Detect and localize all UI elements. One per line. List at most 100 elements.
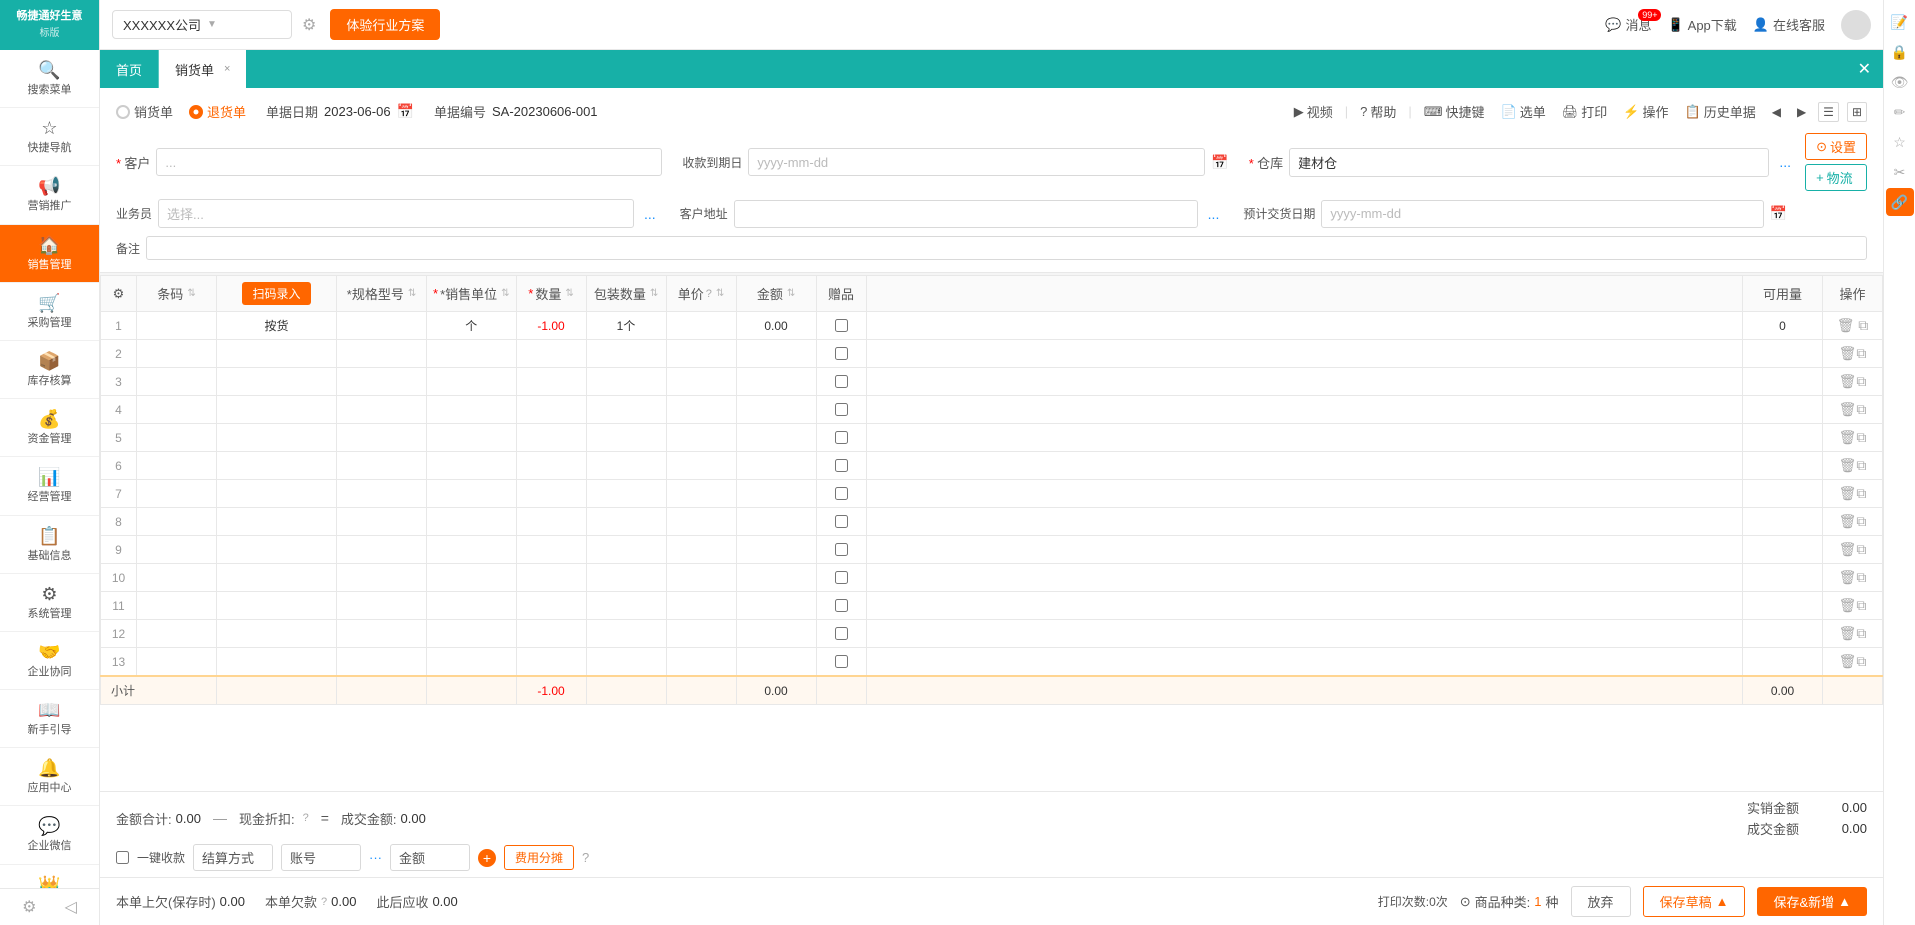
cell-unit[interactable] xyxy=(427,564,517,592)
scan-btn[interactable]: 扫码录入 xyxy=(242,282,310,305)
right-panel-lock-btn[interactable]: 🔒 xyxy=(1886,38,1914,66)
payment-date-calendar-icon[interactable]: 📅 xyxy=(1211,154,1228,171)
cell-pkgqty[interactable]: 1个 xyxy=(586,312,666,340)
cell-spec[interactable] xyxy=(337,424,427,452)
sidebar-item-collab[interactable]: 🤝 企业协同 xyxy=(0,632,99,690)
cell-spec[interactable] xyxy=(337,508,427,536)
delete-row-btn[interactable]: 🗑 xyxy=(1839,457,1857,473)
sidebar-item-guide[interactable]: 📖 新手引导 xyxy=(0,690,99,748)
cell-product[interactable] xyxy=(217,592,337,620)
cell-spec[interactable] xyxy=(337,312,427,340)
cell-amount[interactable] xyxy=(736,396,816,424)
cell-price[interactable] xyxy=(666,452,736,480)
payment-method-select[interactable]: 结算方式 xyxy=(193,844,273,871)
cell-price[interactable] xyxy=(666,424,736,452)
payment-date-input[interactable]: yyyy-mm-dd xyxy=(748,148,1205,176)
cell-product[interactable] xyxy=(217,424,337,452)
gift-checkbox[interactable] xyxy=(835,403,848,416)
cell-barcode[interactable] xyxy=(137,536,217,564)
cell-unit[interactable] xyxy=(427,480,517,508)
delete-row-btn[interactable]: 🗑 xyxy=(1839,429,1857,445)
cell-qty[interactable] xyxy=(516,480,586,508)
app-download-btn[interactable]: 📱 App下载 xyxy=(1667,15,1736,34)
cell-amount[interactable] xyxy=(736,508,816,536)
gift-checkbox[interactable] xyxy=(835,599,848,612)
cell-qty[interactable]: -1.00 xyxy=(516,312,586,340)
delivery-date-input[interactable]: yyyy-mm-dd xyxy=(1321,200,1763,228)
cell-product[interactable] xyxy=(217,340,337,368)
delete-row-btn[interactable]: 🗑 xyxy=(1839,625,1857,641)
cell-qty[interactable] xyxy=(516,396,586,424)
cell-pkgqty[interactable] xyxy=(586,452,666,480)
warehouse-dots[interactable]: ... xyxy=(1775,154,1795,170)
customer-addr-input[interactable] xyxy=(734,200,1198,228)
sidebar-item-finance[interactable]: 💰 资金管理 xyxy=(0,399,99,457)
sidebar-item-marketing[interactable]: 📢 营销推广 xyxy=(0,166,99,224)
cell-price[interactable] xyxy=(666,340,736,368)
cell-pkgqty[interactable] xyxy=(586,648,666,677)
customer-addr-dots[interactable]: ... xyxy=(1204,206,1224,222)
cell-price[interactable] xyxy=(666,396,736,424)
date-calendar-icon[interactable]: 📅 xyxy=(397,103,414,120)
tabbar-close-all-btn[interactable]: ✕ xyxy=(1858,59,1883,79)
right-panel-cut-btn[interactable]: ✂ xyxy=(1886,158,1914,186)
cell-barcode[interactable] xyxy=(137,452,217,480)
payment-dots[interactable]: ··· xyxy=(369,850,382,865)
cell-amount[interactable] xyxy=(736,592,816,620)
cell-amount[interactable] xyxy=(736,452,816,480)
cell-amount[interactable]: 0.00 xyxy=(736,312,816,340)
one-click-payment-checkbox[interactable] xyxy=(116,851,129,864)
expense-split-btn[interactable]: 费用分摊 xyxy=(504,845,574,870)
copy-row-btn[interactable]: ⧉ xyxy=(1856,597,1866,613)
cell-pkgqty[interactable] xyxy=(586,396,666,424)
copy-row-btn[interactable]: ⧉ xyxy=(1856,401,1866,417)
cell-amount[interactable] xyxy=(736,536,816,564)
cell-spec[interactable] xyxy=(337,592,427,620)
right-panel-eye-btn[interactable]: 👁 xyxy=(1886,68,1914,96)
cell-pkgqty[interactable] xyxy=(586,592,666,620)
cell-qty[interactable] xyxy=(516,564,586,592)
delete-row-btn[interactable]: 🗑 xyxy=(1839,513,1857,529)
copy-row-btn[interactable]: ⧉ xyxy=(1856,457,1866,473)
cell-spec[interactable] xyxy=(337,620,427,648)
add-payment-btn[interactable]: + xyxy=(478,849,496,867)
cell-barcode[interactable] xyxy=(137,564,217,592)
cell-pkgqty[interactable] xyxy=(586,368,666,396)
cell-amount[interactable] xyxy=(736,340,816,368)
video-btn[interactable]: ▶ 视频 xyxy=(1290,100,1337,123)
sidebar-item-app-center[interactable]: 🔔 应用中心 xyxy=(0,748,99,806)
date-value[interactable]: 2023-06-06 xyxy=(324,104,391,119)
unit-sort-icon[interactable]: ⇅ xyxy=(501,288,509,299)
logistics-btn[interactable]: + 物流 xyxy=(1805,164,1867,191)
help-btn[interactable]: ? 帮助 xyxy=(1356,100,1400,123)
right-panel-note-btn[interactable]: 📝 xyxy=(1886,8,1914,36)
cell-barcode[interactable] xyxy=(137,340,217,368)
cell-unit[interactable] xyxy=(427,508,517,536)
notes-input[interactable] xyxy=(146,236,1867,260)
delete-row-btn[interactable]: 🗑 xyxy=(1839,373,1857,389)
cell-product[interactable] xyxy=(217,508,337,536)
view-toggle-list-btn[interactable]: ☰ xyxy=(1818,102,1839,122)
print-btn[interactable]: 🖨 打印 xyxy=(1558,100,1612,123)
cell-product[interactable] xyxy=(217,480,337,508)
radio-return[interactable]: 退货单 xyxy=(189,102,246,121)
cell-unit[interactable] xyxy=(427,536,517,564)
cell-qty[interactable] xyxy=(516,620,586,648)
cell-unit[interactable] xyxy=(427,396,517,424)
salesman-input[interactable]: 选择... xyxy=(158,199,634,228)
th-settings[interactable]: ⚙ xyxy=(101,276,137,312)
cell-price[interactable] xyxy=(666,312,736,340)
cell-unit[interactable] xyxy=(427,340,517,368)
cell-barcode[interactable] xyxy=(137,312,217,340)
cell-product[interactable] xyxy=(217,648,337,677)
cell-spec[interactable] xyxy=(337,564,427,592)
cell-amount[interactable] xyxy=(736,368,816,396)
right-panel-star-btn[interactable]: ☆ xyxy=(1886,128,1914,156)
copy-row-btn[interactable]: ⧉ xyxy=(1856,373,1866,389)
customer-input[interactable]: ... xyxy=(156,148,662,176)
cell-qty[interactable] xyxy=(516,536,586,564)
cell-unit[interactable] xyxy=(427,648,517,677)
price-sort-icon[interactable]: ⇅ xyxy=(716,288,724,299)
cell-pkgqty[interactable] xyxy=(586,424,666,452)
cell-price[interactable] xyxy=(666,368,736,396)
